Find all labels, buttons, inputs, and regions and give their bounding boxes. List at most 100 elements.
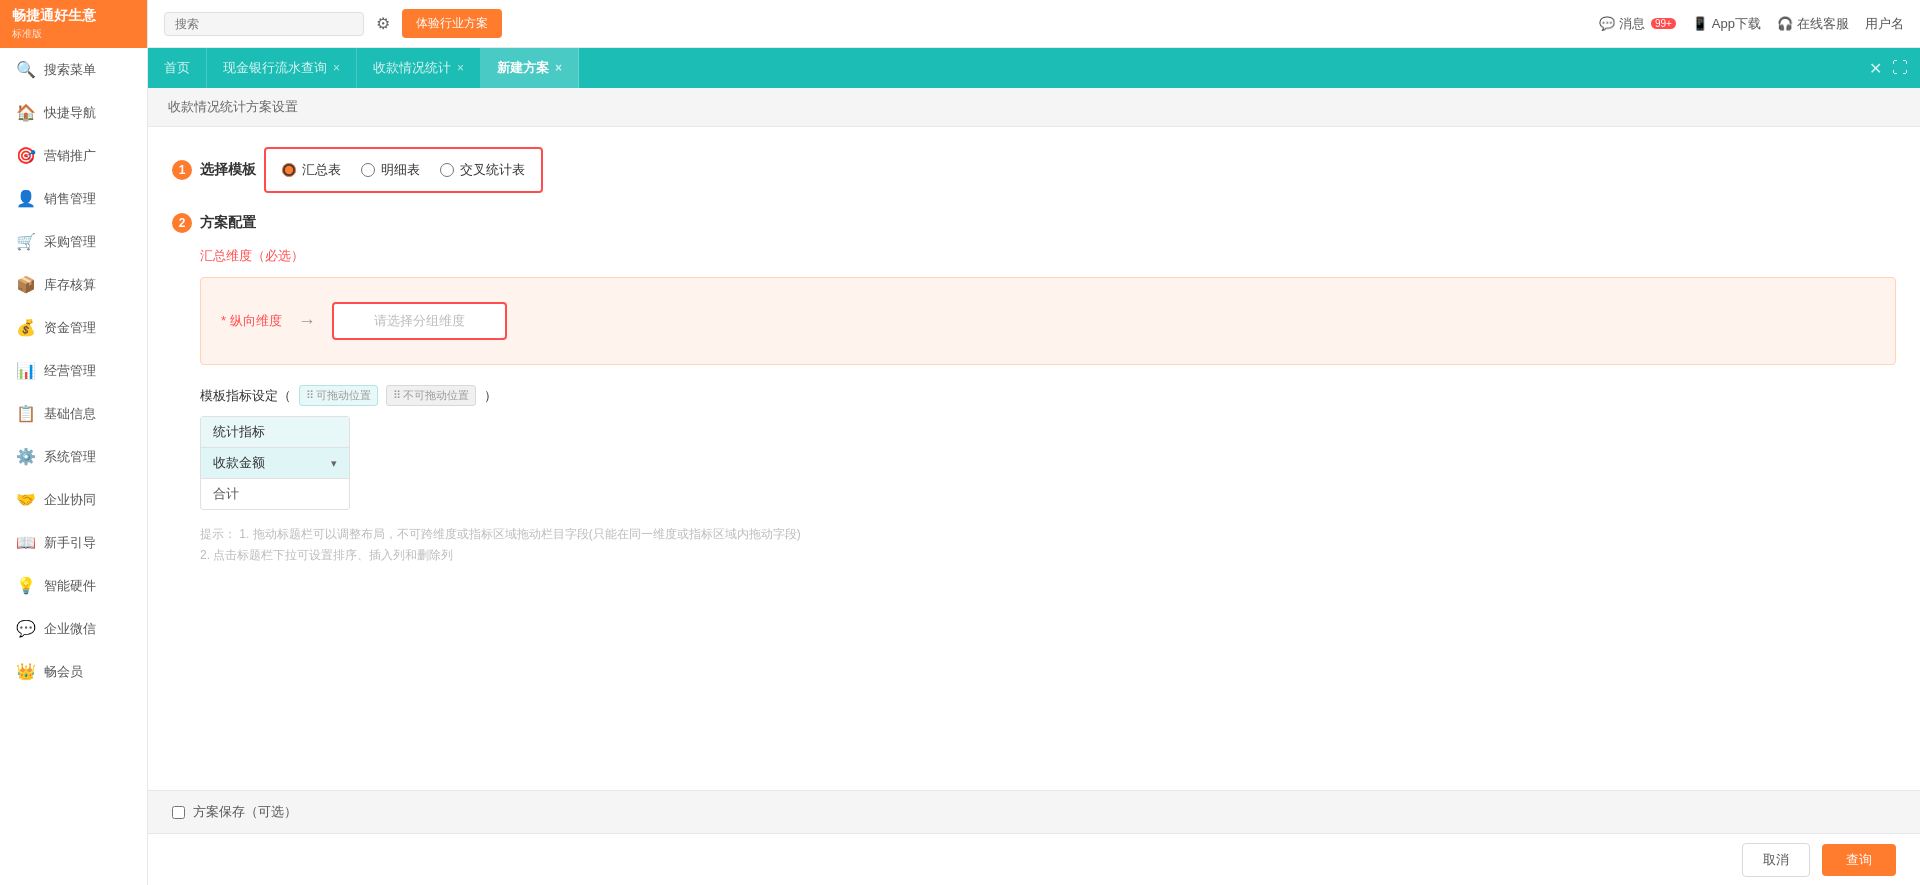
dimension-select[interactable]: 请选择分组维度 [332,302,507,340]
radio-item-summary[interactable]: 汇总表 [282,161,341,179]
sidebar-item-label: 新手引导 [44,534,96,552]
app-download-label: App下载 [1712,15,1761,33]
sidebar-item-系统管理[interactable]: ⚙️系统管理 [0,435,147,478]
stats-column-header[interactable]: 收款金额 ▾ [201,448,349,479]
sidebar-icon: 🏠 [16,103,36,122]
sidebar-item-企业协同[interactable]: 🤝企业协同 [0,478,147,521]
radio-label-cross: 交叉统计表 [460,161,525,179]
sidebar-edition: 标准版 [12,27,96,41]
sidebar-item-label: 企业微信 [44,620,96,638]
sidebar-item-销售管理[interactable]: 👤销售管理 [0,177,147,220]
trial-button[interactable]: 体验行业方案 [402,9,502,38]
sidebar-icon: 👤 [16,189,36,208]
sidebar-item-库存核算[interactable]: 📦 库存核算 [0,263,147,306]
sidebar-item-企业微信[interactable]: 💬 企业微信 [0,607,147,650]
stats-row-label: 合计 [213,486,239,501]
notification-item[interactable]: 💬 消息 99+ [1599,15,1676,33]
notification-icon: 💬 [1599,16,1615,31]
sidebar-item-基础信息[interactable]: 📋 基础信息 [0,392,147,435]
sidebar-item-label: 畅会员 [44,663,83,681]
sidebar-item-新手引导[interactable]: 📖新手引导 [0,521,147,564]
breadcrumb: 收款情况统计方案设置 [148,88,1920,127]
tab-close-icon[interactable]: × [555,61,562,75]
main-content: ⚙ 体验行业方案 💬 消息 99+ 📱 App下载 🎧 在线客服 用户名 首页现… [148,0,1920,885]
tips-section: 提示： 1. 拖动标题栏可以调整布局，不可跨维度或指标区域拖动栏目字段(只能在同… [200,526,1896,564]
app-download-item[interactable]: 📱 App下载 [1692,15,1761,33]
sidebar-item-搜索菜单[interactable]: 🔍搜索菜单 [0,48,147,91]
radio-item-cross[interactable]: 交叉统计表 [440,161,525,179]
sidebar-icon: 📊 [16,361,36,380]
step2-title: 方案配置 [200,214,256,232]
query-button[interactable]: 查询 [1822,844,1896,876]
stats-table-header[interactable]: 统计指标 [201,417,349,448]
non-draggable-icon: ⠿ [393,389,401,402]
radio-item-detail[interactable]: 明细表 [361,161,420,179]
radio-input-summary[interactable] [282,163,296,177]
tab-close-icon[interactable]: × [457,61,464,75]
save-checkbox[interactable] [172,806,185,819]
sidebar-item-label: 库存核算 [44,276,96,294]
sidebar-item-营销推广[interactable]: 🎯营销推广 [0,134,147,177]
tab-label: 首页 [164,59,190,77]
sidebar-item-label: 基础信息 [44,405,96,423]
sidebar: 畅捷通好生意 标准版 🔍搜索菜单 🏠 快捷导航 🎯营销推广👤销售管理🛒采购管理 📦 库存核… [0,0,148,885]
stats-column-label: 收款金额 [213,454,265,472]
indicator-header: 模板指标设定（ ⠿ 可拖动位置 ⠿ 不可拖动位置 ） [200,385,1896,406]
stats-indicator-label: 统计指标 [213,423,265,441]
sidebar-icon: ⚙️ [16,447,36,466]
sidebar-item-畅会员[interactable]: 👑 畅会员 [0,650,147,693]
user-item[interactable]: 用户名 [1865,15,1904,33]
cancel-button[interactable]: 取消 [1742,843,1810,877]
search-input[interactable] [164,12,364,36]
sidebar-item-经营管理[interactable]: 📊经营管理 [0,349,147,392]
radio-input-detail[interactable] [361,163,375,177]
sidebar-item-label: 搜索菜单 [44,61,96,79]
sidebar-item-label: 营销推广 [44,147,96,165]
sidebar-icon: 💬 [16,619,36,638]
header: ⚙ 体验行业方案 💬 消息 99+ 📱 App下载 🎧 在线客服 用户名 [148,0,1920,48]
dimension-area: * 纵向维度 → 请选择分组维度 [200,277,1896,365]
gear-icon[interactable]: ⚙ [376,14,390,33]
draggable-label: 可拖动位置 [316,388,371,403]
sidebar-logo-text: 畅捷通好生意 [12,7,96,25]
sidebar-item-快捷导航[interactable]: 🏠 快捷导航 [0,91,147,134]
online-service-item[interactable]: 🎧 在线客服 [1777,15,1849,33]
sidebar-icon: 🛒 [16,232,36,251]
sidebar-item-智能硬件[interactable]: 💡智能硬件 [0,564,147,607]
sidebar-logo: 畅捷通好生意 标准版 [0,0,147,48]
step1-header: 1 选择模板 汇总表明细表交叉统计表 [172,147,1896,193]
indicator-closing: ） [484,387,497,405]
sidebar-icon: 💡 [16,576,36,595]
sidebar-icon: 📦 [16,275,36,294]
save-section: 方案保存（可选） [148,790,1920,833]
radio-input-cross[interactable] [440,163,454,177]
close-window-icon[interactable]: ✕ [1869,59,1882,78]
dimension-section-title: 汇总维度（必选） [200,247,1896,265]
sidebar-nav: 🔍搜索菜单 🏠 快捷导航 🎯营销推广👤销售管理🛒采购管理 📦 库存核算 💰资金管理📊经营管理… [0,48,147,693]
tab-close-icon[interactable]: × [333,61,340,75]
sidebar-item-资金管理[interactable]: 💰资金管理 [0,306,147,349]
tab-收款情况统计[interactable]: 收款情况统计× [357,48,481,88]
tip-line: 提示： 1. 拖动标题栏可以调整布局，不可跨维度或指标区域拖动栏目字段(只能在同… [200,526,1896,543]
sidebar-item-label: 资金管理 [44,319,96,337]
draggable-icon: ⠿ [306,389,314,402]
radio-label-detail: 明细表 [381,161,420,179]
step2-badge: 2 [172,213,192,233]
tab-新建方案[interactable]: 新建方案× [481,48,579,88]
sidebar-icon: 👑 [16,662,36,681]
sidebar-item-采购管理[interactable]: 🛒采购管理 [0,220,147,263]
tab-首页[interactable]: 首页 [148,48,207,88]
sidebar-item-label: 快捷导航 [44,104,96,122]
content-area: 收款情况统计方案设置 1 选择模板 汇总表明细表交叉统计表 2 方案配置 [148,88,1920,833]
sidebar-icon: 📋 [16,404,36,423]
window-controls: ✕ ⛶ [1857,48,1920,88]
tabs-bar: 首页现金银行流水查询×收款情况统计×新建方案× ✕ ⛶ [148,48,1920,88]
notification-label: 消息 [1619,15,1645,33]
stats-table: 统计指标 收款金额 ▾ 合计 [200,416,350,510]
draggable-indicator: ⠿ 可拖动位置 [299,385,378,406]
non-draggable-label: 不可拖动位置 [403,388,469,403]
tab-现金银行流水查询[interactable]: 现金银行流水查询× [207,48,357,88]
tip-line: 2. 点击标题栏下拉可设置排序、插入列和删除列 [200,547,1896,564]
app-download-icon: 📱 [1692,16,1708,31]
maximize-window-icon[interactable]: ⛶ [1892,59,1908,77]
